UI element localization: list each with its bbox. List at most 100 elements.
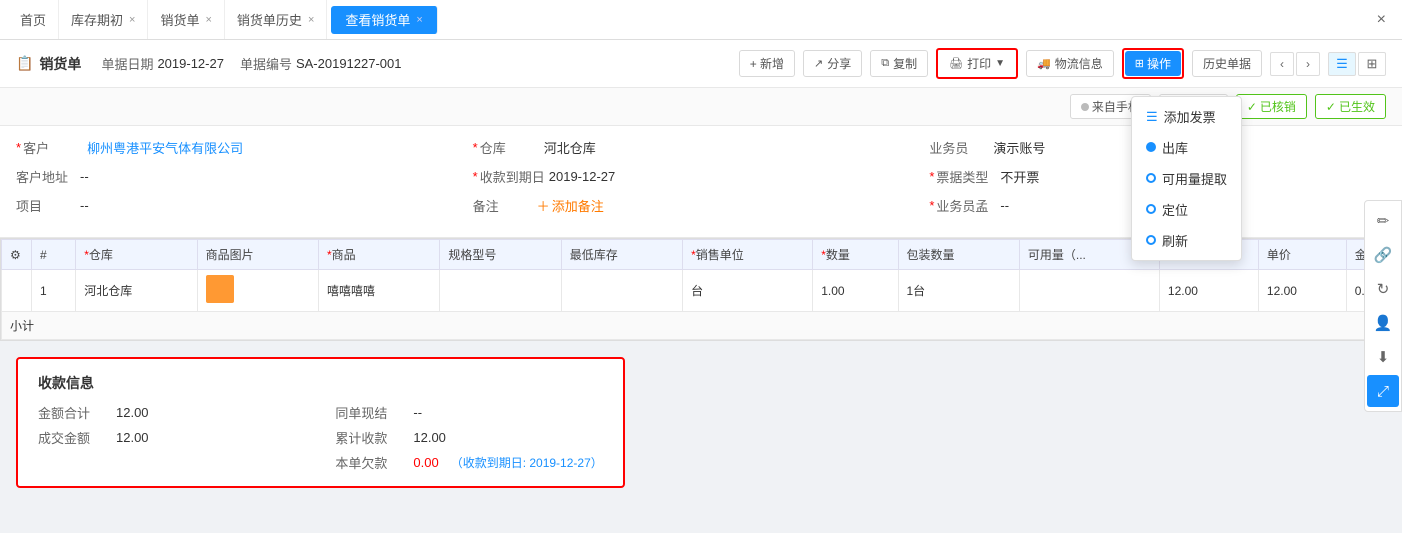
- close-inventory-init[interactable]: ×: [129, 14, 135, 26]
- locate-icon: [1146, 202, 1156, 217]
- list-view-button[interactable]: ☰: [1328, 52, 1356, 76]
- toolbar: + 新增 ↗ 分享 ⧉ 复制 🖨 打印 ▼ 🚚 物流信息 ⊞ 操作: [739, 48, 1386, 79]
- dropdown-locate[interactable]: 定位: [1132, 194, 1241, 225]
- payment-total-row: 金额合计 12.00: [38, 403, 305, 422]
- subtotal-label: 小计: [2, 312, 1401, 340]
- sidebar-link-icon[interactable]: 🔗: [1367, 239, 1399, 271]
- add-note-button[interactable]: ＋ 添加备注: [537, 196, 604, 215]
- row-unit: 台: [683, 270, 813, 312]
- warehouse-label: 仓库: [480, 138, 540, 157]
- due-date-label: 收款到期日: [480, 167, 545, 186]
- row-current-stock: 12.00: [1159, 270, 1258, 312]
- copy-button[interactable]: ⧉ 复制: [870, 50, 928, 77]
- same-order-row: 同单现结 --: [335, 403, 602, 422]
- row-available: [1019, 270, 1159, 312]
- doc-meta: 单据日期 2019-12-27 单据编号 SA-20191227-001: [101, 54, 738, 73]
- product-thumbnail: [206, 275, 234, 303]
- address-field: 客户地址 --: [16, 167, 473, 186]
- row-pack-qty: 1台: [898, 270, 1019, 312]
- row-unit-price: 12.00: [1258, 270, 1346, 312]
- row-product-img: [197, 270, 318, 312]
- col-warehouse: *仓库: [76, 240, 197, 270]
- doc-number-label: 单据编号: [240, 54, 292, 73]
- sidebar-user-icon[interactable]: 👤: [1367, 307, 1399, 339]
- ops-highlight: ⊞ 操作: [1122, 48, 1184, 79]
- available-qty-icon: [1146, 171, 1156, 186]
- tab-bar-close-button[interactable]: ×: [1369, 11, 1394, 29]
- dropdown-outbound[interactable]: 出库: [1132, 132, 1241, 163]
- deal-row: 成交金额 12.00: [38, 428, 305, 447]
- cumulative-value: 12.00: [413, 430, 446, 445]
- tab-sales-order[interactable]: 销货单 ×: [148, 0, 224, 39]
- from-phone-dot: [1081, 103, 1089, 111]
- tab-sales-history[interactable]: 销货单历史 ×: [225, 0, 327, 39]
- close-view-sales[interactable]: ×: [416, 14, 422, 26]
- close-sales-order[interactable]: ×: [205, 14, 211, 26]
- dropdown-available-qty[interactable]: 可用量提取: [1132, 163, 1241, 194]
- confirm-button[interactable]: ✓ 已核销: [1236, 94, 1307, 119]
- view-buttons: ☰ ⊞: [1328, 52, 1386, 76]
- deal-value: 12.00: [116, 430, 149, 445]
- row-gear: [2, 270, 32, 312]
- doc-date-item: 单据日期 2019-12-27: [101, 54, 224, 73]
- payment-total-value: 12.00: [116, 405, 149, 420]
- dropdown-add-invoice[interactable]: ☰ 添加发票: [1132, 101, 1241, 132]
- logistics-button[interactable]: 🚚 物流信息: [1026, 50, 1114, 77]
- ops-button[interactable]: ⊞ 操作: [1125, 51, 1181, 76]
- dropdown-refresh[interactable]: 刷新: [1132, 225, 1241, 256]
- arrears-note: （收款到期日: 2019-12-27）: [451, 454, 603, 471]
- col-spec: 规格型号: [440, 240, 561, 270]
- next-button[interactable]: ›: [1296, 52, 1320, 76]
- right-sidebar: ✏ 🔗 ↻ 👤 ⬇ ⤢: [1364, 200, 1402, 412]
- col-min-stock: 最低库存: [561, 240, 682, 270]
- col-product: *商品: [318, 240, 439, 270]
- due-date-field: * 收款到期日 2019-12-27: [473, 167, 930, 186]
- grid-view-button[interactable]: ⊞: [1358, 52, 1386, 76]
- warehouse-field: * 仓库 河北仓库: [473, 138, 930, 157]
- sidebar-refresh-icon[interactable]: ↻: [1367, 273, 1399, 305]
- address-label: 客户地址: [16, 167, 76, 186]
- row-product: 嘻嘻嘻嘻: [318, 270, 439, 312]
- col-gear: ⚙: [2, 240, 32, 270]
- refresh-icon: [1146, 233, 1156, 248]
- history-button[interactable]: 历史单据: [1192, 50, 1262, 77]
- sidebar-edit-icon[interactable]: ✏: [1367, 205, 1399, 237]
- share-button[interactable]: ↗ 分享: [803, 50, 862, 77]
- sidebar-download-icon[interactable]: ⬇: [1367, 341, 1399, 373]
- row-num: 1: [32, 270, 76, 312]
- new-button[interactable]: + 新增: [739, 50, 795, 77]
- doc-number-item: 单据编号 SA-20191227-001: [240, 54, 402, 73]
- doc-title: 销货单: [39, 54, 81, 74]
- tab-home[interactable]: 首页: [8, 0, 59, 39]
- tab-view-sales[interactable]: 查看销货单 ×: [331, 6, 437, 34]
- arrears-label: 本单欠款: [335, 453, 405, 472]
- row-quantity: 1.00: [813, 270, 898, 312]
- tab-bar: 首页 库存期初 × 销货单 × 销货单历史 × 查看销货单 × ×: [0, 0, 1402, 40]
- nav-arrows: ‹ ›: [1270, 52, 1320, 76]
- outbound-icon: [1146, 140, 1156, 155]
- sidebar-expand-icon[interactable]: ⤢: [1367, 375, 1399, 407]
- payment-total-label: 金额合计: [38, 403, 108, 422]
- project-label: 项目: [16, 196, 76, 215]
- due-date-value: 2019-12-27: [549, 169, 616, 184]
- doc-title-icon: 📋: [16, 55, 33, 72]
- effective-button[interactable]: ✓ 已生效: [1315, 94, 1386, 119]
- payment-title: 收款信息: [38, 373, 603, 393]
- doc-date-label: 单据日期: [101, 54, 153, 73]
- customer-value[interactable]: 柳州粤港平安气体有限公司: [87, 138, 243, 157]
- note-label: 备注: [473, 196, 533, 215]
- close-sales-history[interactable]: ×: [308, 14, 314, 26]
- note-field: 备注 ＋ 添加备注: [473, 196, 930, 215]
- prev-button[interactable]: ‹: [1270, 52, 1294, 76]
- row-min-stock: [561, 270, 682, 312]
- address-value: --: [80, 169, 89, 184]
- row-spec: [440, 270, 561, 312]
- project-value: --: [80, 198, 89, 213]
- project-field: 项目 --: [16, 196, 473, 215]
- warehouse-value: 河北仓库: [544, 138, 596, 157]
- tab-inventory-init[interactable]: 库存期初 ×: [59, 0, 148, 39]
- table-row: 1 河北仓库 嘻嘻嘻嘻 台 1.00 1台 12.00 12.00 0.: [2, 270, 1401, 312]
- print-button[interactable]: 🖨 打印 ▼: [939, 51, 1015, 76]
- payment-section: 收款信息 金额合计 12.00 同单现结 -- 成交金额 12.00 累计收款 …: [0, 341, 1402, 504]
- deal-label: 成交金额: [38, 428, 108, 447]
